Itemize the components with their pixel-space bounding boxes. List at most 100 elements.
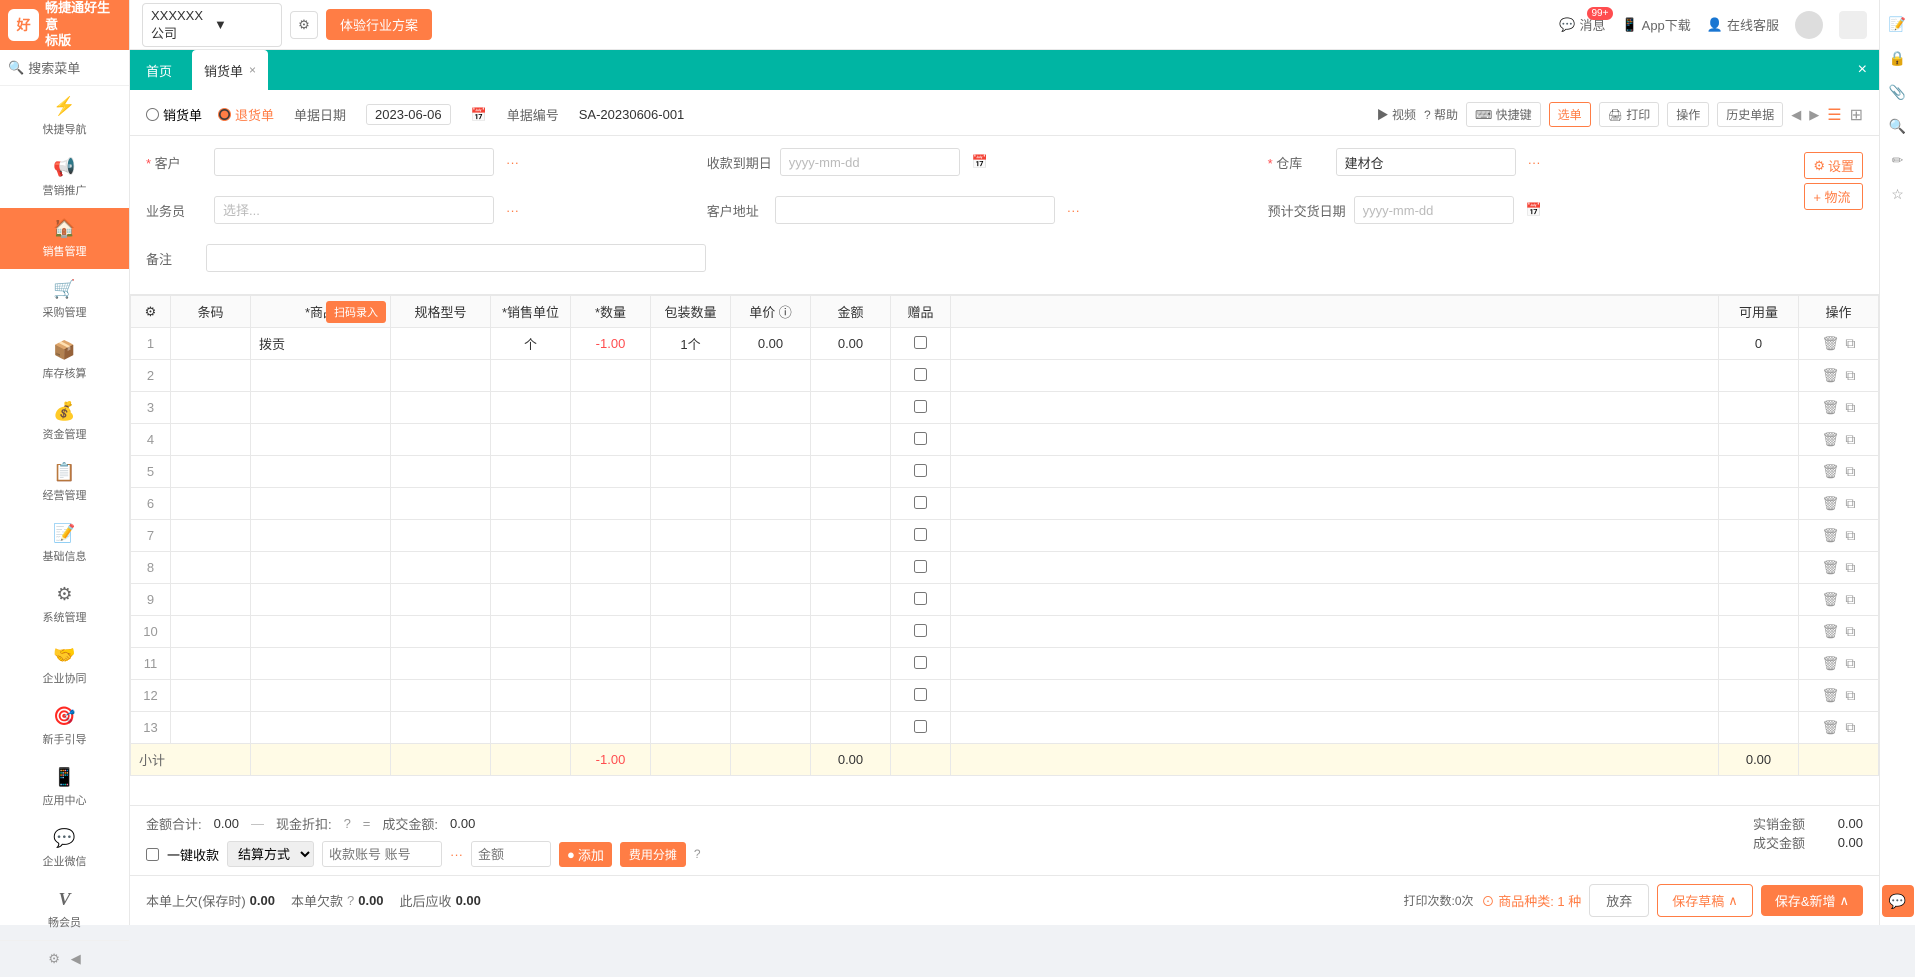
barcode-input[interactable]: [179, 560, 242, 575]
row-spec[interactable]: [391, 424, 491, 456]
copy-row-btn[interactable]: ⧉: [1845, 591, 1855, 608]
row-price[interactable]: [731, 552, 811, 584]
fee-split-btn[interactable]: 费用分摊: [620, 842, 686, 867]
row-spec[interactable]: [391, 328, 491, 360]
sidebar-item-purchase[interactable]: 🛒 采购管理: [0, 269, 129, 330]
delete-row-btn[interactable]: 🗑: [1822, 559, 1840, 576]
company-select[interactable]: XXXXXX公司 ▼: [142, 3, 282, 47]
delete-row-btn[interactable]: 🗑: [1822, 463, 1840, 480]
gift-checkbox[interactable]: [914, 464, 927, 477]
account-input[interactable]: [322, 841, 442, 867]
barcode-input[interactable]: [179, 464, 242, 479]
rp-comment-icon[interactable]: 💬: [1882, 885, 1914, 917]
warehouse-input[interactable]: [1336, 148, 1516, 176]
row-spec[interactable]: [391, 520, 491, 552]
row-barcode[interactable]: [171, 552, 251, 584]
row-price[interactable]: [731, 584, 811, 616]
row-unit[interactable]: [491, 680, 571, 712]
user-menu[interactable]: [1839, 11, 1867, 39]
row-product[interactable]: [251, 552, 391, 584]
row-gift[interactable]: [891, 712, 951, 744]
row-barcode[interactable]: [171, 456, 251, 488]
row-unit[interactable]: [491, 520, 571, 552]
calc-method-select[interactable]: 结算方式: [227, 841, 314, 867]
copy-row-btn[interactable]: ⧉: [1845, 335, 1855, 352]
settings-side-btn[interactable]: ⚙ 设置: [1804, 152, 1863, 179]
payment-date-input[interactable]: [780, 148, 960, 176]
row-qty[interactable]: [571, 360, 651, 392]
row-qty[interactable]: [571, 552, 651, 584]
barcode-input[interactable]: [179, 624, 242, 639]
delete-row-btn[interactable]: 🗑: [1822, 367, 1840, 384]
gift-checkbox[interactable]: [914, 720, 927, 733]
copy-row-btn[interactable]: ⧉: [1845, 527, 1855, 544]
copy-row-btn[interactable]: ⧉: [1845, 495, 1855, 512]
row-qty[interactable]: [571, 680, 651, 712]
row-gift[interactable]: [891, 648, 951, 680]
save-new-button[interactable]: 保存&新增 ∧: [1761, 885, 1863, 916]
row-barcode[interactable]: [171, 392, 251, 424]
sidebar-settings[interactable]: ⚙ ◀: [0, 941, 129, 977]
staff-input[interactable]: [214, 196, 494, 224]
calendar-icon[interactable]: 📅: [471, 107, 487, 123]
row-spec[interactable]: [391, 392, 491, 424]
rp-lock-icon[interactable]: 🔒: [1882, 42, 1914, 74]
row-product[interactable]: [251, 616, 391, 648]
gift-checkbox[interactable]: [914, 400, 927, 413]
total-owe-help[interactable]: ?: [347, 893, 354, 908]
sidebar-item-inventory[interactable]: 📦 库存核算: [0, 330, 129, 391]
sales-order-radio[interactable]: 销货单: [146, 105, 202, 124]
delete-row-btn[interactable]: 🗑: [1822, 399, 1840, 416]
fee-help-icon[interactable]: ?: [694, 847, 701, 861]
row-amount[interactable]: [811, 360, 891, 392]
row-pkg-qty[interactable]: [651, 616, 731, 648]
row-unit[interactable]: [491, 616, 571, 648]
sidebar-item-app-center[interactable]: 📱 应用中心: [0, 757, 129, 818]
row-barcode[interactable]: [171, 648, 251, 680]
scan-button[interactable]: 扫码录入: [326, 301, 386, 323]
row-price[interactable]: [731, 648, 811, 680]
search-menu[interactable]: 🔍 搜索菜单: [0, 50, 129, 86]
barcode-input[interactable]: [179, 592, 242, 607]
nav-next-icon[interactable]: ▶: [1809, 107, 1819, 123]
add-payment-btn[interactable]: ● 添加: [559, 842, 612, 867]
barcode-input[interactable]: [179, 432, 242, 447]
copy-row-btn[interactable]: ⧉: [1845, 463, 1855, 480]
row-product[interactable]: [251, 488, 391, 520]
barcode-input[interactable]: [179, 656, 242, 671]
row-price[interactable]: [731, 488, 811, 520]
nav-prev-icon[interactable]: ◀: [1791, 107, 1801, 123]
row-qty[interactable]: [571, 520, 651, 552]
copy-row-btn[interactable]: ⧉: [1845, 431, 1855, 448]
row-gift[interactable]: [891, 360, 951, 392]
row-barcode[interactable]: [171, 680, 251, 712]
delete-row-btn[interactable]: 🗑: [1822, 527, 1840, 544]
sidebar-item-quick-nav[interactable]: ⚡ 快捷导航: [0, 86, 129, 147]
row-unit[interactable]: [491, 424, 571, 456]
row-price[interactable]: [731, 424, 811, 456]
delete-row-btn[interactable]: 🗑: [1822, 719, 1840, 736]
trial-button[interactable]: 体验行业方案: [326, 9, 432, 40]
row-barcode[interactable]: [171, 584, 251, 616]
row-qty[interactable]: [571, 616, 651, 648]
logistics-btn[interactable]: + 物流: [1804, 183, 1863, 210]
account-dots-icon[interactable]: ···: [450, 847, 463, 862]
sidebar-item-finance[interactable]: 💰 资金管理: [0, 391, 129, 452]
rp-search-icon[interactable]: 🔍: [1882, 110, 1914, 142]
barcode-input[interactable]: [179, 528, 242, 543]
delete-row-btn[interactable]: 🗑: [1822, 687, 1840, 704]
row-amount[interactable]: [811, 712, 891, 744]
gift-checkbox[interactable]: [914, 496, 927, 509]
row-barcode[interactable]: [171, 488, 251, 520]
gift-checkbox[interactable]: [914, 432, 927, 445]
row-product[interactable]: [251, 680, 391, 712]
copy-row-btn[interactable]: ⧉: [1845, 655, 1855, 672]
row-spec[interactable]: [391, 616, 491, 648]
one-click-pay-checkbox[interactable]: [146, 848, 159, 861]
row-amount[interactable]: [811, 520, 891, 552]
row-gift[interactable]: [891, 520, 951, 552]
delivery-cal-icon[interactable]: 📅: [1526, 202, 1542, 218]
row-unit[interactable]: [491, 392, 571, 424]
shortcut-btn[interactable]: ⌨ 快捷键: [1466, 102, 1541, 127]
row-amount[interactable]: [811, 584, 891, 616]
